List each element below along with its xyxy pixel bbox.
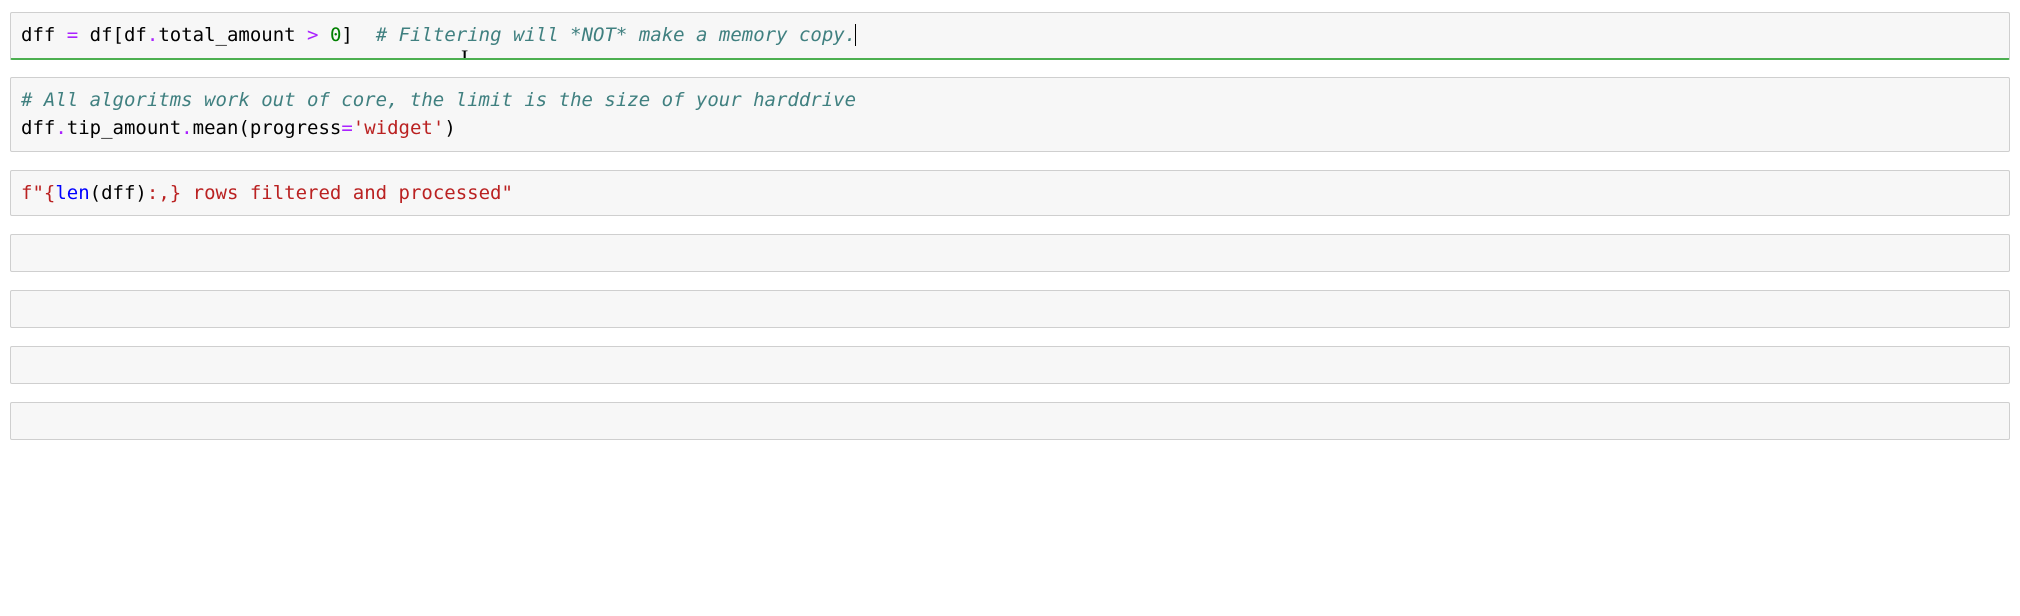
code-token: ) — [444, 117, 455, 139]
code-token: = — [67, 24, 78, 46]
code-cell[interactable] — [10, 402, 2010, 440]
code-token: . — [55, 117, 66, 139]
code-token: # Filtering will *NOT* make a memory cop… — [376, 24, 856, 46]
code-token: tip_amount — [67, 117, 181, 139]
code-cell[interactable]: f"{len(dff):,} rows filtered and process… — [10, 170, 2010, 217]
notebook-cells: dff = df[df.total_amount > 0] # Filterin… — [10, 12, 2010, 440]
code-token: # All algoritms work out of core, the li… — [21, 89, 856, 111]
code-cell[interactable] — [10, 234, 2010, 272]
code-token: > — [307, 24, 318, 46]
code-token: mean(progress — [193, 117, 342, 139]
code-token: dff — [21, 24, 67, 46]
code-token: 'widget' — [353, 117, 445, 139]
code-cell[interactable] — [10, 290, 2010, 328]
code-token: { — [44, 182, 55, 204]
code-cell[interactable] — [10, 346, 2010, 384]
code-token: . — [181, 117, 192, 139]
code-token — [318, 24, 329, 46]
code-token: " — [502, 182, 513, 204]
code-token: len — [55, 182, 89, 204]
code-token: rows filtered and processed — [181, 182, 501, 204]
code-token: :,} — [147, 182, 181, 204]
code-token: ] — [341, 24, 375, 46]
code-token: total_amount — [158, 24, 307, 46]
code-token: 0 — [330, 24, 341, 46]
code-token: dff — [21, 117, 55, 139]
code-token: f" — [21, 182, 44, 204]
code-token: = — [341, 117, 352, 139]
code-token: . — [147, 24, 158, 46]
text-cursor — [855, 24, 856, 46]
code-token: df[df — [78, 24, 147, 46]
code-token: (dff) — [90, 182, 147, 204]
code-cell[interactable]: # All algoritms work out of core, the li… — [10, 77, 2010, 152]
code-cell[interactable]: dff = df[df.total_amount > 0] # Filterin… — [10, 12, 2010, 60]
